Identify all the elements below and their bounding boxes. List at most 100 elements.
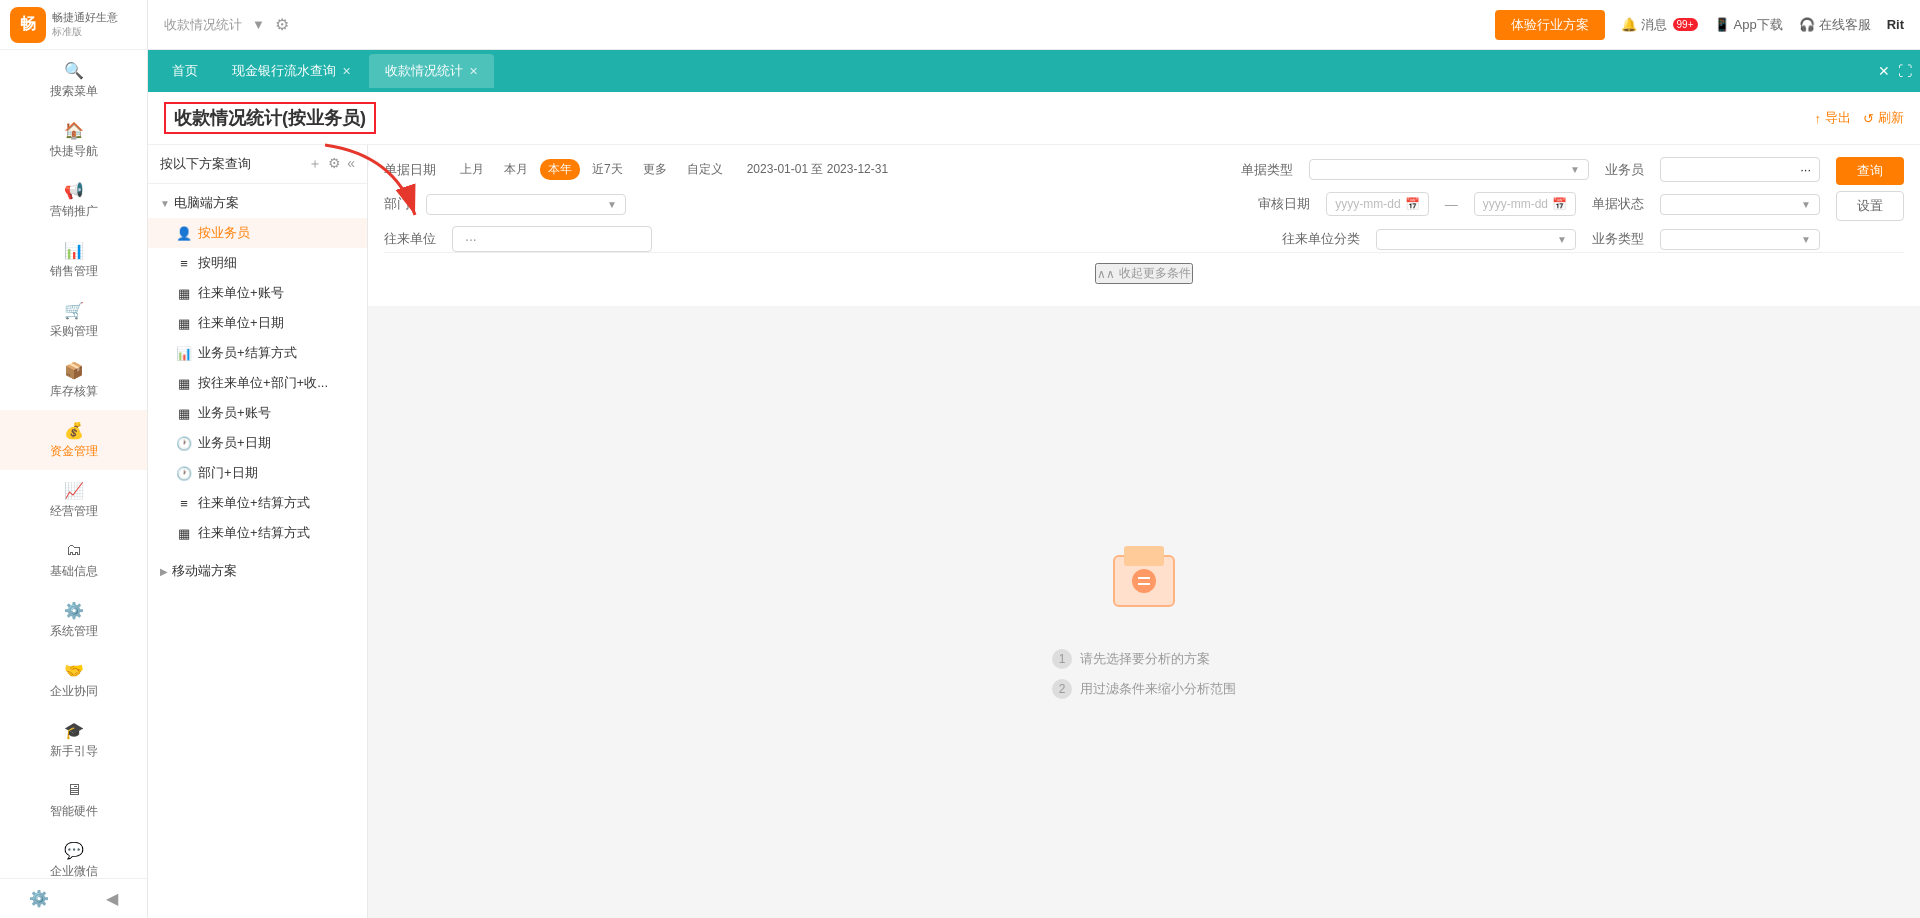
dept-select[interactable]: ▼ (426, 194, 626, 215)
settings-bottom-icon[interactable]: ⚙️ (29, 889, 49, 908)
tree-item-salesperson-label: 按业务员 (198, 224, 250, 242)
tree-item-dept-date[interactable]: 🕐 部门+日期 (148, 458, 367, 488)
logo-app-name: 畅捷通好生意 (52, 10, 118, 24)
app-download[interactable]: 📱 App下载 (1714, 16, 1783, 34)
sidebar-item-wechat[interactable]: 💬 企业微信 (0, 830, 147, 878)
salesperson-dots[interactable]: ··· (1800, 162, 1811, 177)
page-title-box: 收款情况统计(按业务员) (164, 102, 376, 134)
salesperson-select[interactable]: ··· (1660, 157, 1820, 182)
online-service[interactable]: 🎧 在线客服 (1799, 16, 1871, 34)
window-maximize-icon[interactable]: ⛶ (1898, 63, 1912, 79)
tree-item-unit-dept[interactable]: ▦ 按往来单位+部门+收... (148, 368, 367, 398)
sidebar-item-marketing[interactable]: 📢 营销推广 (0, 170, 147, 230)
date-tab-this-year[interactable]: 本年 (540, 159, 580, 180)
basic-icon: 🗂 (64, 540, 84, 560)
sidebar-nav: 🔍 搜索菜单 🏠 快捷导航 📢 营销推广 📊 销售管理 🛒 采购管理 📦 库存核… (0, 50, 147, 878)
notification-area[interactable]: 🔔 消息 99+ (1621, 16, 1698, 34)
tree-item-salesperson-date[interactable]: 🕐 业务员+日期 (148, 428, 367, 458)
date-tab-custom[interactable]: 自定义 (679, 159, 731, 180)
page-header: 收款情况统计(按业务员) ↑ 导出 ↺ 刷新 (148, 92, 1920, 145)
tree-item-unit-settle2[interactable]: ▦ 往来单位+结算方式 (148, 518, 367, 548)
filter-fields: 单据日期 上月 本月 本年 近7天 更多 自定义 2023-01-01 至 20… (384, 157, 1820, 252)
hardware-icon: 🖥 (64, 780, 84, 800)
tree-item-salesperson-account[interactable]: ▦ 业务员+账号 (148, 398, 367, 428)
review-date-start[interactable]: yyyy-mm-dd 📅 (1326, 192, 1428, 216)
date-tab-more[interactable]: 更多 (635, 159, 675, 180)
unit-date-icon: ▦ (176, 315, 192, 331)
topbar-dropdown-icon[interactable]: ▼ (252, 17, 265, 32)
right-panel: 单据日期 上月 本月 本年 近7天 更多 自定义 2023-01-01 至 20… (368, 145, 1920, 918)
collapse-btn[interactable]: ∧∧ 收起更多条件 (1095, 263, 1193, 284)
sidebar-item-search[interactable]: 🔍 搜索菜单 (0, 50, 147, 110)
topbar-settings-icon[interactable]: ⚙ (275, 15, 289, 34)
notification-label: 消息 (1641, 16, 1667, 34)
panel-add-icon[interactable]: ＋ (308, 155, 322, 173)
tree-item-salesperson[interactable]: 👤 按业务员 (148, 218, 367, 248)
sidebar-item-inventory[interactable]: 📦 库存核算 (0, 350, 147, 410)
counterparty-category-select[interactable]: ▼ (1376, 229, 1576, 250)
tree-item-unit-date[interactable]: ▦ 往来单位+日期 (148, 308, 367, 338)
sidebar-item-hardware[interactable]: 🖥 智能硬件 (0, 770, 147, 830)
guide-icon: 🎓 (64, 720, 84, 740)
sidebar-label-purchase: 采购管理 (50, 323, 98, 340)
sidebar-item-guide[interactable]: 🎓 新手引导 (0, 710, 147, 770)
sidebar-label-finance: 资金管理 (50, 443, 98, 460)
wechat-icon: 💬 (64, 840, 84, 860)
tree-section-pc: ▼ 电脑端方案 👤 按业务员 ≡ 按明细 ▦ 往来单位+账号 ▦ 往来单位 (148, 184, 367, 552)
tree-parent-pc[interactable]: ▼ 电脑端方案 (148, 188, 367, 218)
date-tab-7days[interactable]: 近7天 (584, 159, 631, 180)
download-icon: 📱 (1714, 17, 1730, 32)
panel-settings-icon[interactable]: ⚙ (328, 155, 341, 173)
refresh-icon: ↺ (1863, 111, 1874, 126)
tab-collection-close[interactable]: ✕ (469, 65, 478, 78)
query-buttons: 查询 设置 (1836, 157, 1904, 221)
counterparty-category-label: 往来单位分类 (1282, 230, 1360, 248)
collapse-sidebar-icon[interactable]: ◀ (106, 889, 118, 908)
tree-item-unit-account[interactable]: ▦ 往来单位+账号 (148, 278, 367, 308)
sidebar-label-sales: 销售管理 (50, 263, 98, 280)
empty-area: 1 请先选择要分析的方案 2 用过滤条件来缩小分析范围 (368, 306, 1920, 918)
calendar-icon-start: 📅 (1405, 197, 1420, 211)
counterparty-select[interactable]: ··· (452, 226, 652, 252)
query-btn[interactable]: 查询 (1836, 157, 1904, 185)
sidebar-label-marketing: 营销推广 (50, 203, 98, 220)
tree-parent-mobile[interactable]: ▶ 移动端方案 (148, 556, 367, 586)
tab-bank[interactable]: 现金银行流水查询 ✕ (216, 54, 367, 88)
voucher-type-select[interactable]: ▼ (1309, 159, 1589, 180)
sidebar-label-hardware: 智能硬件 (50, 803, 98, 820)
unit-settle1-icon: ≡ (176, 495, 192, 511)
sidebar-item-system[interactable]: ⚙️ 系统管理 (0, 590, 147, 650)
review-date-end[interactable]: yyyy-mm-dd 📅 (1474, 192, 1576, 216)
tree-item-unit-account-label: 往来单位+账号 (198, 284, 284, 302)
user-avatar[interactable]: Rit (1887, 17, 1904, 32)
date-tab-last-month[interactable]: 上月 (452, 159, 492, 180)
sidebar-item-operation[interactable]: 📈 经营管理 (0, 470, 147, 530)
tab-collection[interactable]: 收款情况统计 ✕ (369, 54, 494, 88)
tree-item-salesperson-settle[interactable]: 📊 业务员+结算方式 (148, 338, 367, 368)
tab-bank-close[interactable]: ✕ (342, 65, 351, 78)
date-label: 单据日期 (384, 161, 436, 179)
sidebar-item-purchase[interactable]: 🛒 采购管理 (0, 290, 147, 350)
sidebar-item-corp[interactable]: 🤝 企业协同 (0, 650, 147, 710)
sidebar-item-finance[interactable]: 💰 资金管理 (0, 410, 147, 470)
tab-home[interactable]: 首页 (156, 54, 214, 88)
voucher-status-select[interactable]: ▼ (1660, 194, 1820, 215)
sidebar-item-basic[interactable]: 🗂 基础信息 (0, 530, 147, 590)
export-btn[interactable]: ↑ 导出 (1815, 109, 1852, 127)
window-close-icon[interactable]: ✕ (1878, 63, 1890, 79)
business-type-select[interactable]: ▼ (1660, 229, 1820, 250)
topbar-left: 收款情况统计 ▼ ⚙ (164, 15, 289, 34)
tree-item-unit-settle1[interactable]: ≡ 往来单位+结算方式 (148, 488, 367, 518)
solution-btn[interactable]: 体验行业方案 (1495, 10, 1605, 40)
panel-collapse-icon[interactable]: « (347, 155, 355, 173)
set-btn[interactable]: 设置 (1836, 191, 1904, 221)
sidebar-logo: 畅 畅捷通好生意 标准版 (0, 0, 147, 50)
detail-icon: ≡ (176, 255, 192, 271)
tree-item-detail[interactable]: ≡ 按明细 (148, 248, 367, 278)
counterparty-dots[interactable]: ··· (465, 231, 477, 247)
tree-item-unit-settle2-label: 往来单位+结算方式 (198, 524, 310, 542)
date-tab-this-month[interactable]: 本月 (496, 159, 536, 180)
sidebar-item-quicknav[interactable]: 🏠 快捷导航 (0, 110, 147, 170)
sidebar-item-sales[interactable]: 📊 销售管理 (0, 230, 147, 290)
refresh-btn[interactable]: ↺ 刷新 (1863, 109, 1904, 127)
